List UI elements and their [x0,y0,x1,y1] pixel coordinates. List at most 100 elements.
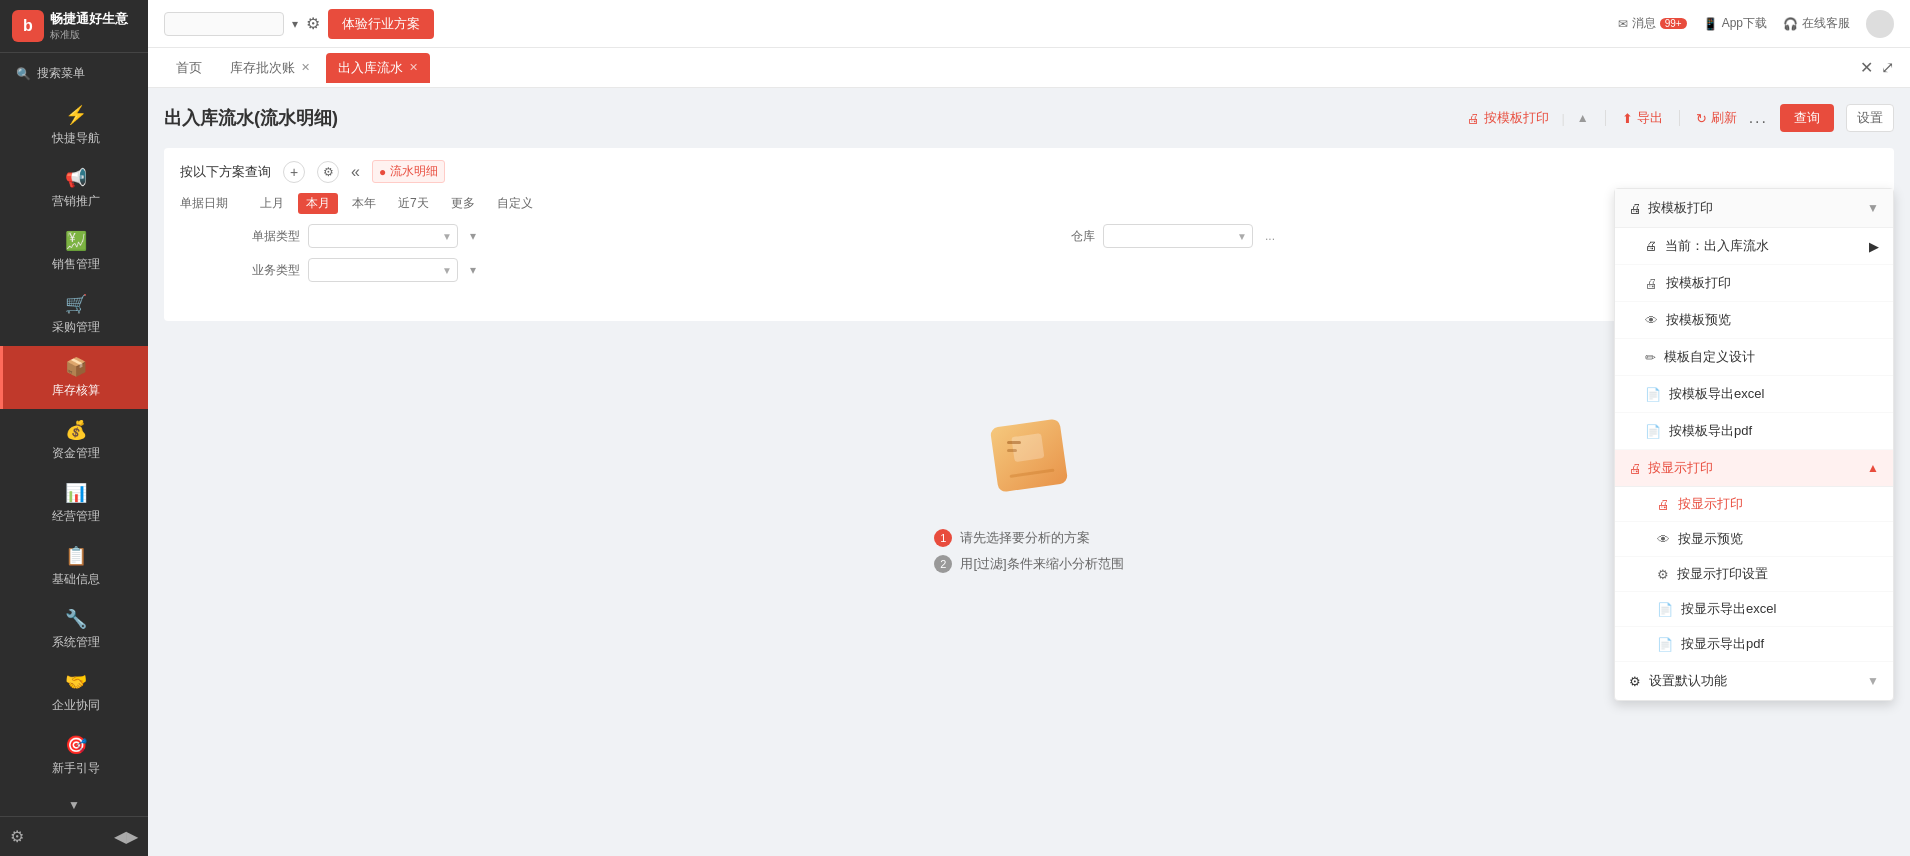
dropdown-display-display-export-excel[interactable]: 📄按显示导出excel [1615,592,1893,627]
template-section-header[interactable]: 🖨 按模板打印 ▼ [1615,189,1893,228]
display-section-arrow[interactable]: ▲ [1867,461,1879,475]
filter-settings-button[interactable]: ⚙ [317,161,339,183]
topbar-search-input[interactable] [164,12,284,36]
dropdown-template-template-print[interactable]: 🖨按模板打印 [1615,265,1893,302]
message-button[interactable]: ✉ 消息 99+ [1618,15,1687,32]
empty-step-1: 1 请先选择要分析的方案 [934,529,1123,547]
business-more-icon[interactable]: ▾ [470,263,476,277]
warehouse-select[interactable] [1103,224,1253,248]
sidebar-item-finance[interactable]: 💰资金管理 [0,409,148,472]
dropdown-template-template-preview[interactable]: 👁 按模板预览 [1615,302,1893,339]
sidebar-item-sales[interactable]: 💹销售管理 [0,220,148,283]
doc-type-select[interactable] [308,224,458,248]
template-section-arrow[interactable]: ▼ [1867,201,1879,215]
filter-collapse-button[interactable]: « [351,163,360,181]
sidebar-item-icon-basics: 📋 [65,545,87,567]
window-buttons: ✕ ⤢ [1860,58,1894,77]
sidebar-settings-icon[interactable]: ⚙ [10,827,24,846]
tab-close-flow[interactable]: ✕ [409,61,418,74]
sidebar-item-icon-marketing: 📢 [65,167,87,189]
sidebar-search-button[interactable]: 🔍 搜索菜单 [10,61,138,86]
sidebar-item-purchase[interactable]: 🛒采购管理 [0,283,148,346]
printer-section-icon: 🖨 [1629,201,1642,216]
app-download-button[interactable]: 📱 App下载 [1703,15,1767,32]
sidebar-item-label-sales: 销售管理 [52,256,100,273]
date-tab-last_month[interactable]: 上月 [252,193,292,214]
business-type-select[interactable] [308,258,458,282]
sidebar-item-icon-cooperation: 🤝 [65,671,87,693]
sidebar-scroll-down[interactable]: ▼ [68,798,80,812]
set-default-button[interactable]: ⚙ 设置默认功能 ▼ [1615,662,1893,700]
filter-gear-icon: ⚙ [323,165,334,179]
message-icon: ✉ [1618,17,1628,31]
sidebar-collapse-icon[interactable]: ◀▶ [114,827,138,846]
filter-add-button[interactable]: + [283,161,305,183]
tab-home[interactable]: 首页 [164,53,214,83]
refresh-button[interactable]: ↻ 刷新 [1696,109,1737,127]
warehouse-more-icon[interactable]: ... [1265,229,1275,243]
trial-button[interactable]: 体验行业方案 [328,9,434,39]
expand-window-button[interactable]: ⤢ [1881,58,1894,77]
online-service-button[interactable]: 🎧 在线客服 [1783,15,1850,32]
topbar-gear-icon[interactable]: ⚙ [306,14,320,33]
sidebar-item-icon-system: 🔧 [65,608,87,630]
sidebar-item-guide[interactable]: 🎯新手引导 [0,724,148,787]
settings-button[interactable]: 设置 [1846,104,1894,132]
sidebar-item-cooperation[interactable]: 🤝 企业协同 [0,661,148,724]
current-template-item[interactable]: 🖨 当前：出入库流水 ▶ [1615,228,1893,265]
export-button[interactable]: ⬆ 导出 [1622,109,1663,127]
print-template-button[interactable]: 🖨 按模板打印 [1467,109,1549,127]
date-tab-last_7days[interactable]: 近7天 [390,193,437,214]
sidebar-item-label-guide: 新手引导 [52,760,100,777]
page-title: 出入库流水(流水明细) [164,106,338,130]
display-section-title: 🖨 按显示打印 [1629,459,1713,477]
display-label-display-settings: 按显示打印设置 [1677,565,1768,583]
topbar: ▾ ⚙ 体验行业方案 ✉ 消息 99+ 📱 App下载 🎧 在线客服 [148,0,1910,48]
date-tab-this_month[interactable]: 本月 [298,193,338,214]
step-1-number: 1 [934,529,952,547]
date-tab-this_year[interactable]: 本年 [344,193,384,214]
sidebar-item-label-cooperation: 企业协同 [52,697,100,714]
sidebar-item-label-operations: 经营管理 [52,508,100,525]
footer-arrow: ▼ [1867,674,1879,688]
dropdown-icon-template-export-excel: 📄 [1645,387,1661,402]
sidebar-bottom: ⚙ ◀▶ [0,816,148,856]
dropdown-label-template-preview: 按模板预览 [1666,311,1731,329]
user-avatar[interactable] [1866,10,1894,38]
sidebar-item-inventory[interactable]: 📦库存核算 [0,346,148,409]
dropdown-template-template-export-excel[interactable]: 📄按模板导出excel [1615,376,1893,413]
dropdown-display-display-export-pdf[interactable]: 📄按显示导出pdf [1615,627,1893,662]
dropdown-icon-template-preview: 👁 [1645,313,1658,328]
empty-illustration [979,413,1079,513]
date-tab-more[interactable]: 更多 [443,193,483,214]
query-button[interactable]: 查询 [1780,104,1834,132]
tab-batch[interactable]: 库存批次账✕ [218,53,322,83]
date-tab-custom[interactable]: 自定义 [489,193,541,214]
dropdown-display-display-preview[interactable]: 👁按显示预览 [1615,522,1893,557]
sidebar-item-system[interactable]: 🔧系统管理 [0,598,148,661]
more-actions-dots[interactable]: ... [1749,109,1768,127]
sidebar-item-quick-nav[interactable]: ⚡快捷导航 [0,94,148,157]
dropdown-display-display-print[interactable]: 🖨按显示打印 [1615,487,1893,522]
sidebar-item-icon-operations: 📊 [65,482,87,504]
topbar-dropdown-icon[interactable]: ▾ [292,17,298,31]
doc-type-more-icon[interactable]: ▾ [470,229,476,243]
tab-label-flow: 出入库流水 [338,59,403,77]
dropdown-template-template-design[interactable]: ✏模板自定义设计 [1615,339,1893,376]
active-filter-tag[interactable]: ● 流水明细 [372,160,445,183]
tab-flow[interactable]: 出入库流水 ✕ [326,53,430,83]
display-icon-display-preview: 👁 [1657,532,1670,547]
sidebar-item-app-center[interactable]: 🔲应用中心 [0,787,148,794]
app-brand-name: 畅捷通好生意 [50,11,128,28]
sidebar-item-operations[interactable]: 📊 经营管理 [0,472,148,535]
display-section-header[interactable]: 🖨 按显示打印 ▲ [1615,450,1893,487]
dropdown-template-template-export-pdf[interactable]: 📄按模板导出pdf [1615,413,1893,450]
display-icon-display-print: 🖨 [1657,497,1670,512]
sidebar-search-area[interactable]: 🔍 搜索菜单 [0,53,148,94]
sidebar-item-basics[interactable]: 📋基础信息 [0,535,148,598]
sidebar-item-marketing[interactable]: 📢营销推广 [0,157,148,220]
content-area: 出入库流水(流水明细) 🖨 按模板打印 | ▲ ⬆ 导出 ↻ [148,88,1910,856]
close-window-button[interactable]: ✕ [1860,58,1873,77]
tab-close-batch[interactable]: ✕ [301,61,310,74]
dropdown-display-display-settings[interactable]: ⚙按显示打印设置 [1615,557,1893,592]
